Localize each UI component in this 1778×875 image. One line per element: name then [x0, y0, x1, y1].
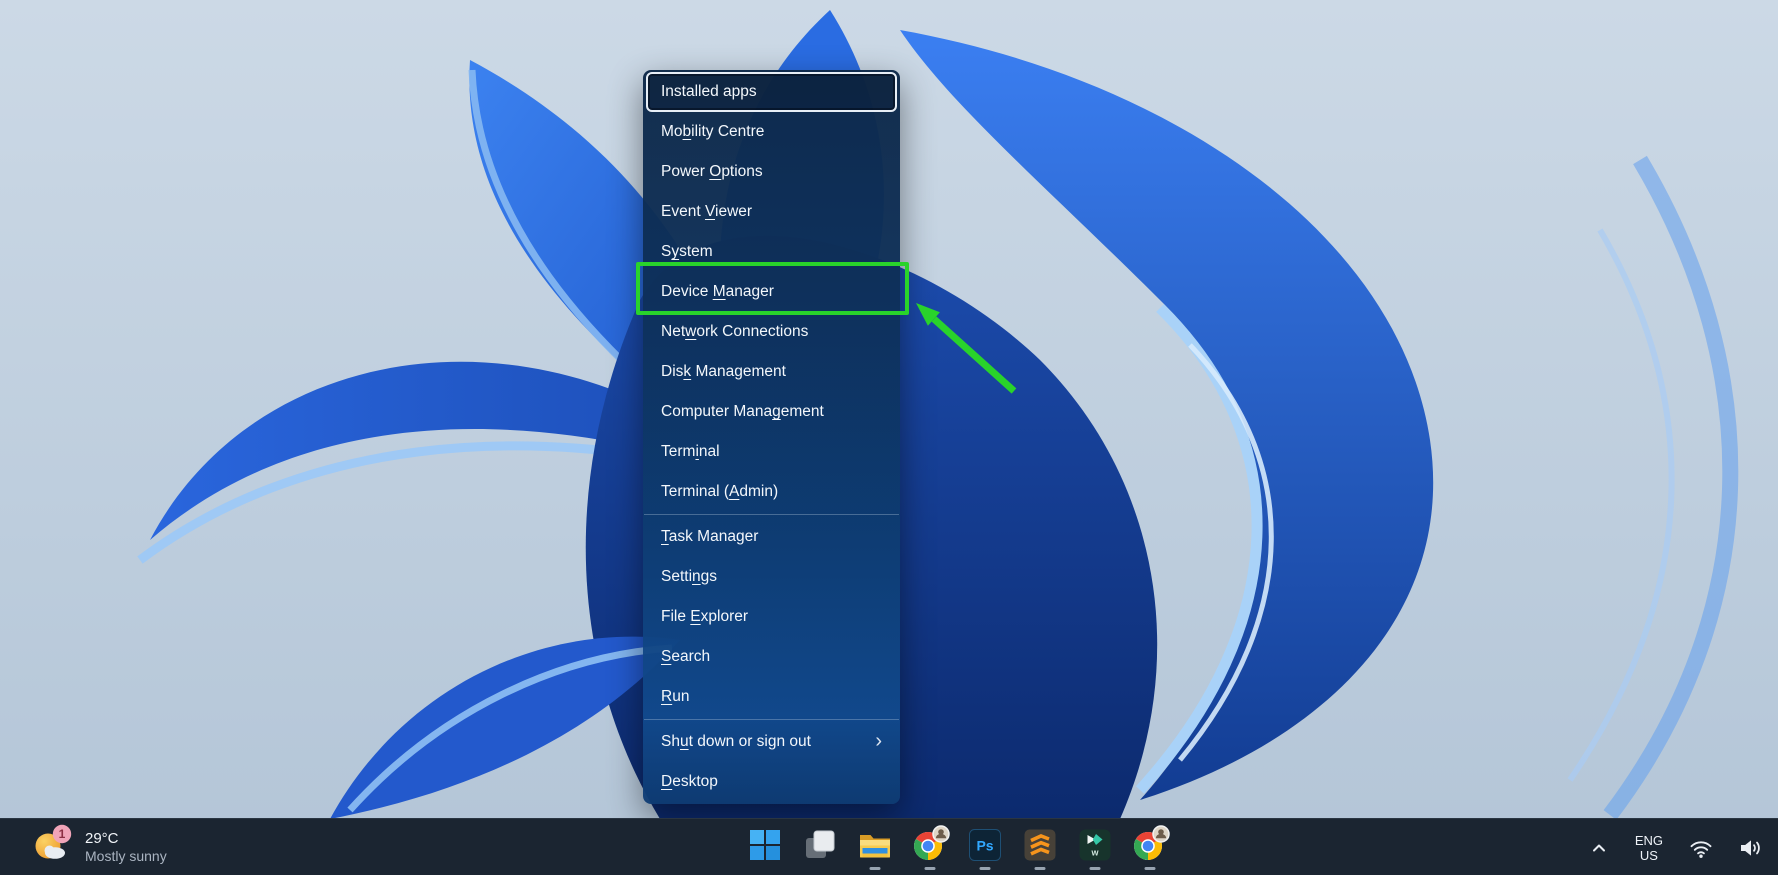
- running-indicator: [924, 867, 936, 870]
- menu-item-label: Device Manager: [661, 283, 774, 300]
- running-indicator: [1089, 867, 1101, 870]
- menu-item-terminal-admin[interactable]: Terminal (Admin): [643, 472, 900, 512]
- menu-item-mobility-centre[interactable]: Mobility Centre: [643, 112, 900, 152]
- filmora-icon: w: [1078, 828, 1112, 867]
- task-view-icon: [803, 828, 837, 867]
- weather-widget[interactable]: 1 29°C Mostly sunny: [22, 819, 175, 875]
- sublime-icon: [1023, 828, 1057, 867]
- menu-item-label: Installed apps: [661, 83, 757, 100]
- menu-item-label: Terminal (Admin): [661, 483, 779, 500]
- taskbar-icon-sublime-text[interactable]: [1016, 823, 1064, 871]
- menu-item-label: Search: [661, 648, 711, 665]
- menu-item-label: Mobility Centre: [661, 123, 765, 140]
- menu-item-search[interactable]: Search: [643, 637, 900, 677]
- menu-item-label: File Explorer: [661, 608, 749, 625]
- hidden-icons-chevron-icon[interactable]: [1585, 834, 1613, 862]
- winx-menu: Installed apps Mobility Centre Power Optio…: [643, 70, 900, 804]
- menu-item-system[interactable]: System: [643, 232, 900, 272]
- menu-item-disk-management[interactable]: Disk Management: [643, 352, 900, 392]
- menu-separator: [644, 719, 899, 720]
- windows-start-icon: [748, 828, 782, 867]
- menu-item-label: Disk Management: [661, 363, 786, 380]
- taskbar-icon-start[interactable]: [741, 823, 789, 871]
- language-indicator[interactable]: ENG US: [1630, 830, 1668, 866]
- menu-item-network-connections[interactable]: Network Connections: [643, 312, 900, 352]
- taskbar-icon-task-view[interactable]: [796, 823, 844, 871]
- menu-item-installed-apps[interactable]: Installed apps: [646, 72, 897, 112]
- running-indicator: [1144, 867, 1156, 870]
- wifi-icon[interactable]: [1685, 833, 1717, 863]
- system-tray: ENG US: [1585, 819, 1768, 875]
- running-indicator: [979, 867, 991, 870]
- taskbar-app-icons: Ps w: [741, 823, 1174, 871]
- region-code: US: [1639, 847, 1658, 863]
- menu-item-label: Task Manager: [661, 528, 759, 545]
- menu-item-label: Settings: [661, 568, 718, 585]
- svg-text:Ps: Ps: [976, 837, 993, 853]
- menu-item-label: Run: [661, 688, 690, 705]
- menu-item-device-manager[interactable]: Device Manager: [643, 272, 900, 312]
- screen: Installed apps Mobility Centre Power Optio…: [0, 0, 1778, 875]
- weather-temperature: 29°C: [85, 830, 119, 847]
- menu-item-label: Shut down or sign out: [661, 733, 811, 750]
- taskbar-icon-chrome[interactable]: [906, 823, 954, 871]
- volume-icon[interactable]: [1734, 833, 1768, 863]
- running-indicator: [1034, 867, 1046, 870]
- chrome-icon: [910, 824, 950, 870]
- menu-item-label: System: [661, 243, 713, 260]
- folder-icon: [858, 828, 892, 867]
- menu-item-file-explorer[interactable]: File Explorer: [643, 597, 900, 637]
- submenu-chevron-icon: ›: [875, 730, 882, 752]
- photoshop-icon: Ps: [968, 828, 1002, 867]
- menu-item-label: Terminal: [661, 443, 720, 460]
- menu-item-label: Network Connections: [661, 323, 809, 340]
- taskbar-icon-photoshop[interactable]: Ps: [961, 823, 1009, 871]
- svg-text:w: w: [1090, 847, 1099, 857]
- menu-item-desktop[interactable]: Desktop: [643, 762, 900, 802]
- taskbar: 1 29°C Mostly sunny Ps w ENG US: [0, 818, 1778, 875]
- weather-text: 29°C Mostly sunny: [85, 830, 167, 865]
- menu-item-label: Computer Management: [661, 403, 824, 420]
- chrome-icon: [1130, 824, 1170, 870]
- menu-item-shut-down-or-sign-out[interactable]: Shut down or sign out ›: [643, 722, 900, 762]
- menu-item-terminal[interactable]: Terminal: [643, 432, 900, 472]
- menu-item-computer-management[interactable]: Computer Management: [643, 392, 900, 432]
- menu-item-event-viewer[interactable]: Event Viewer: [643, 192, 900, 232]
- menu-item-label: Power Options: [661, 163, 763, 180]
- language-code: ENG: [1634, 832, 1663, 848]
- taskbar-icon-chrome-profile-2[interactable]: [1126, 823, 1174, 871]
- taskbar-icon-filmora[interactable]: w: [1071, 823, 1119, 871]
- weather-sun-cloud-icon: 1: [30, 822, 76, 873]
- menu-separator: [644, 514, 899, 515]
- menu-item-power-options[interactable]: Power Options: [643, 152, 900, 192]
- weather-condition: Mostly sunny: [85, 848, 167, 864]
- taskbar-icon-file-explorer[interactable]: [851, 823, 899, 871]
- menu-item-label: Event Viewer: [661, 203, 753, 220]
- menu-item-task-manager[interactable]: Task Manager: [643, 517, 900, 557]
- svg-text:1: 1: [59, 827, 66, 841]
- menu-item-label: Desktop: [661, 773, 718, 790]
- menu-item-run[interactable]: Run: [643, 677, 900, 717]
- menu-item-settings[interactable]: Settings: [643, 557, 900, 597]
- running-indicator: [869, 867, 881, 870]
